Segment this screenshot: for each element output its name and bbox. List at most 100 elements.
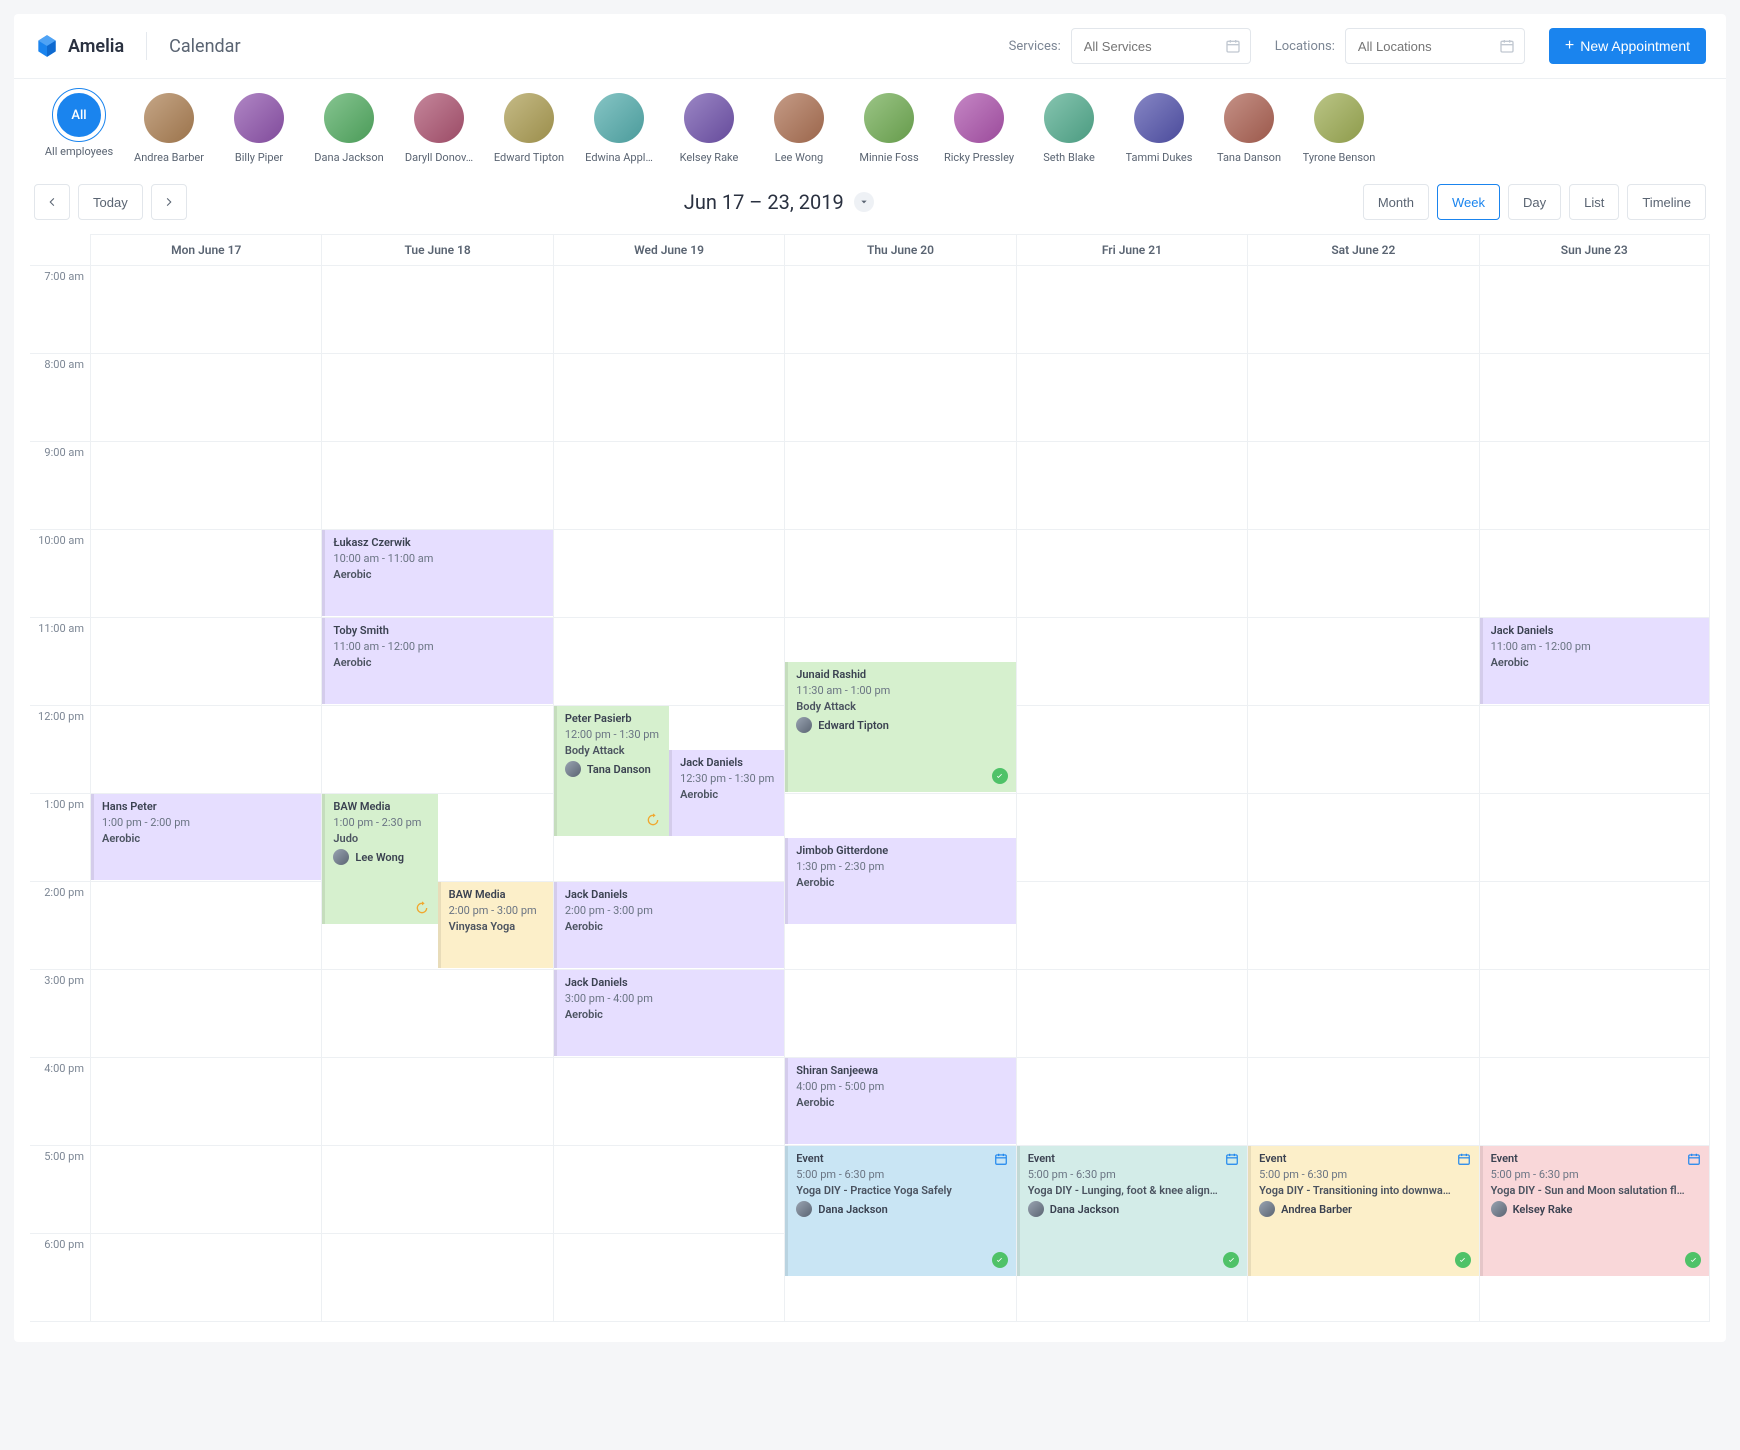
calendar-event[interactable]: Event5:00 pm - 6:30 pmYoga DIY - Lunging… — [1017, 1146, 1247, 1276]
hour-cell[interactable] — [1017, 882, 1247, 970]
calendar-appointment[interactable]: Jack Daniels3:00 pm - 4:00 pmAerobic — [554, 970, 784, 1056]
view-button-list[interactable]: List — [1569, 184, 1619, 220]
hour-cell[interactable] — [1480, 970, 1709, 1058]
hour-cell[interactable] — [554, 1146, 784, 1234]
hour-cell[interactable] — [91, 706, 321, 794]
hour-cell[interactable] — [322, 1234, 552, 1322]
calendar-appointment[interactable]: Jack Daniels2:00 pm - 3:00 pmAerobic — [554, 882, 784, 968]
hour-cell[interactable] — [1017, 530, 1247, 618]
hour-cell[interactable] — [1480, 442, 1709, 530]
hour-cell[interactable] — [91, 530, 321, 618]
hour-cell[interactable] — [91, 970, 321, 1058]
hour-cell[interactable] — [1017, 266, 1247, 354]
today-button[interactable]: Today — [78, 184, 143, 220]
employee-filter-item[interactable]: Tammi Dukes — [1114, 93, 1204, 164]
view-button-week[interactable]: Week — [1437, 184, 1500, 220]
calendar-appointment[interactable]: Jack Daniels12:30 pm - 1:30 pmAerobic — [669, 750, 784, 836]
calendar-event[interactable]: Event5:00 pm - 6:30 pmYoga DIY - Transit… — [1248, 1146, 1478, 1276]
employee-filter-item[interactable]: Edwina Appl… — [574, 93, 664, 164]
hour-cell[interactable] — [1480, 794, 1709, 882]
hour-cell[interactable] — [1248, 530, 1478, 618]
calendar-event[interactable]: Event5:00 pm - 6:30 pmYoga DIY - Practic… — [785, 1146, 1015, 1276]
hour-cell[interactable] — [1248, 442, 1478, 530]
hour-cell[interactable] — [1017, 706, 1247, 794]
hour-cell[interactable] — [322, 970, 552, 1058]
employee-filter-item[interactable]: Lee Wong — [754, 93, 844, 164]
employee-filter-item[interactable]: Ricky Pressley — [934, 93, 1024, 164]
hour-cell[interactable] — [554, 1234, 784, 1322]
hour-cell[interactable] — [1248, 1058, 1478, 1146]
employee-filter-item[interactable]: Dana Jackson — [304, 93, 394, 164]
hour-cell[interactable] — [1480, 882, 1709, 970]
view-button-timeline[interactable]: Timeline — [1627, 184, 1706, 220]
calendar-appointment[interactable]: Hans Peter1:00 pm - 2:00 pmAerobic — [91, 794, 321, 880]
hour-cell[interactable] — [554, 266, 784, 354]
hour-cell[interactable] — [1248, 970, 1478, 1058]
employee-filter-item[interactable]: Kelsey Rake — [664, 93, 754, 164]
hour-cell[interactable] — [1480, 266, 1709, 354]
locations-select[interactable] — [1345, 28, 1525, 64]
calendar-appointment[interactable]: Shiran Sanjeewa4:00 pm - 5:00 pmAerobic — [785, 1058, 1015, 1144]
hour-cell[interactable] — [322, 266, 552, 354]
hour-cell[interactable] — [1248, 266, 1478, 354]
hour-cell[interactable] — [1480, 530, 1709, 618]
hour-cell[interactable] — [1017, 442, 1247, 530]
hour-cell[interactable] — [1248, 794, 1478, 882]
calendar-appointment[interactable]: Łukasz Czerwik10:00 am - 11:00 amAerobic — [322, 530, 552, 616]
calendar-appointment[interactable]: BAW Media1:00 pm - 2:30 pmJudoLee Wong — [322, 794, 437, 924]
hour-cell[interactable] — [785, 266, 1015, 354]
employee-filter-item[interactable]: Tyrone Benson — [1294, 93, 1384, 164]
calendar-appointment[interactable]: BAW Media2:00 pm - 3:00 pmVinyasa Yoga — [438, 882, 553, 968]
hour-cell[interactable] — [322, 354, 552, 442]
calendar-appointment[interactable]: Jimbob Gitterdone1:30 pm - 2:30 pmAerobi… — [785, 838, 1015, 924]
employee-filter-item[interactable]: Minnie Foss — [844, 93, 934, 164]
hour-cell[interactable] — [91, 618, 321, 706]
calendar-appointment[interactable]: Jack Daniels11:00 am - 12:00 pmAerobic — [1480, 618, 1709, 704]
employee-filter-item[interactable]: Tana Danson — [1204, 93, 1294, 164]
view-button-day[interactable]: Day — [1508, 184, 1561, 220]
calendar-appointment[interactable]: Toby Smith11:00 am - 12:00 pmAerobic — [322, 618, 552, 704]
new-appointment-button[interactable]: + New Appointment — [1549, 28, 1706, 64]
hour-cell[interactable] — [91, 1234, 321, 1322]
employee-filter-item[interactable]: Billy Piper — [214, 93, 304, 164]
hour-cell[interactable] — [1480, 1058, 1709, 1146]
hour-cell[interactable] — [785, 442, 1015, 530]
hour-cell[interactable] — [554, 1058, 784, 1146]
hour-cell[interactable] — [322, 706, 552, 794]
hour-cell[interactable] — [322, 1146, 552, 1234]
hour-cell[interactable] — [1017, 794, 1247, 882]
hour-cell[interactable] — [785, 970, 1015, 1058]
hour-cell[interactable] — [91, 1058, 321, 1146]
date-range-dropdown[interactable] — [854, 192, 874, 212]
calendar-appointment[interactable]: Peter Pasierb12:00 pm - 1:30 pmBody Atta… — [554, 706, 669, 836]
employee-filter-item[interactable]: Andrea Barber — [124, 93, 214, 164]
employee-filter-item[interactable]: Seth Blake — [1024, 93, 1114, 164]
hour-cell[interactable] — [1248, 354, 1478, 442]
hour-cell[interactable] — [554, 354, 784, 442]
hour-cell[interactable] — [785, 354, 1015, 442]
hour-cell[interactable] — [1017, 354, 1247, 442]
prev-button[interactable] — [34, 184, 70, 220]
hour-cell[interactable] — [1248, 706, 1478, 794]
hour-cell[interactable] — [91, 882, 321, 970]
hour-cell[interactable] — [1480, 354, 1709, 442]
calendar-event[interactable]: Event5:00 pm - 6:30 pmYoga DIY - Sun and… — [1480, 1146, 1709, 1276]
hour-cell[interactable] — [322, 442, 552, 530]
hour-cell[interactable] — [554, 618, 784, 706]
hour-cell[interactable] — [91, 1146, 321, 1234]
view-button-month[interactable]: Month — [1363, 184, 1429, 220]
calendar-appointment[interactable]: Junaid Rashid11:30 am - 1:00 pmBody Atta… — [785, 662, 1015, 792]
hour-cell[interactable] — [785, 530, 1015, 618]
next-button[interactable] — [151, 184, 187, 220]
hour-cell[interactable] — [1480, 706, 1709, 794]
hour-cell[interactable] — [91, 442, 321, 530]
hour-cell[interactable] — [91, 266, 321, 354]
hour-cell[interactable] — [1017, 970, 1247, 1058]
hour-cell[interactable] — [1017, 618, 1247, 706]
employee-filter-item[interactable]: Daryll Donov… — [394, 93, 484, 164]
employee-filter-item[interactable]: AllAll employees — [34, 93, 124, 164]
hour-cell[interactable] — [322, 1058, 552, 1146]
hour-cell[interactable] — [91, 354, 321, 442]
employee-filter-item[interactable]: Edward Tipton — [484, 93, 574, 164]
hour-cell[interactable] — [554, 442, 784, 530]
